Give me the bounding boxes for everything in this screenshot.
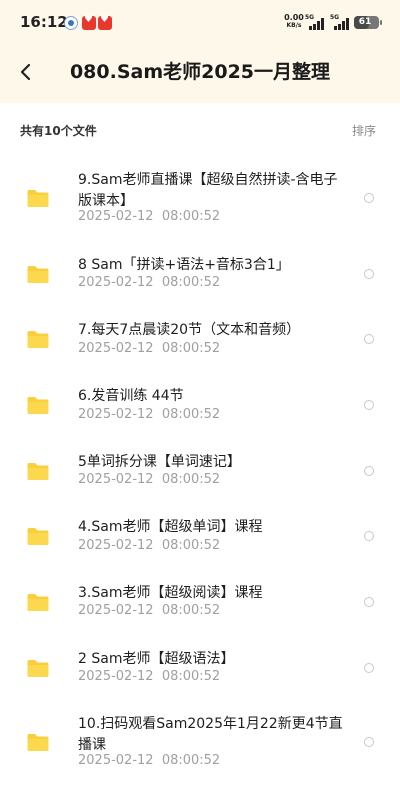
app-badge-icon [64, 16, 78, 30]
file-date: 2025-02-12 08:00:52 [78, 472, 221, 487]
file-name: 10.扫码观看Sam2025年1月22新更4节直播课 [78, 716, 343, 753]
folder-icon [26, 527, 50, 546]
status-time: 16:12 [20, 13, 68, 31]
network-speed: 0.00 KB/s [283, 14, 305, 30]
file-date: 2025-02-12 08:00:52 [78, 407, 221, 422]
file-date: 2025-02-12 08:00:52 [78, 209, 221, 224]
file-name: 5单词拆分课【单词速记】 [78, 454, 241, 470]
file-name: 6.发音训练 44节 [78, 388, 184, 404]
page-title: 080.Sam老师2025一月整理 [69, 61, 331, 83]
folder-icon [26, 330, 50, 349]
folder-icon [26, 396, 50, 415]
select-radio[interactable] [364, 662, 374, 673]
file-date: 2025-02-12 08:00:52 [78, 669, 221, 684]
file-name: 8 Sam「拼读+语法+音标3合1」 [78, 257, 290, 273]
select-radio[interactable] [364, 531, 374, 541]
select-radio[interactable] [364, 334, 374, 344]
select-radio[interactable] [364, 193, 374, 203]
select-radio[interactable] [364, 400, 374, 410]
folder-icon [26, 462, 50, 481]
network-speed-unit: KB/s [286, 22, 302, 29]
select-radio[interactable] [364, 465, 374, 476]
heart-app-icon [82, 14, 96, 30]
battery-icon: 61 [354, 16, 382, 29]
select-radio[interactable] [364, 596, 374, 607]
file-date: 2025-02-12 08:00:52 [78, 538, 221, 553]
folder-icon [26, 733, 50, 752]
folder-icon [26, 265, 50, 284]
file-date: 2025-02-12 08:00:52 [78, 603, 221, 618]
folder-icon [26, 659, 50, 678]
signal-icon: 5G [305, 14, 327, 30]
select-radio[interactable] [364, 737, 374, 747]
heart-app-icon [98, 14, 112, 30]
file-name: 9.Sam老师直播课【超级自然拼读-含电子版课本】 [78, 172, 338, 209]
sort-button[interactable]: 排序 [352, 122, 376, 139]
folder-icon [26, 189, 50, 208]
signal-icon: 5G [330, 14, 352, 30]
file-date: 2025-02-12 08:00:52 [78, 275, 221, 290]
file-date: 2025-02-12 08:00:52 [78, 753, 221, 768]
select-radio[interactable] [364, 268, 374, 279]
folder-icon [26, 593, 50, 612]
file-name: 3.Sam老师【超级阅读】课程 [78, 585, 263, 601]
battery-level: 61 [358, 17, 372, 27]
network-speed-value: 0.00 [284, 13, 304, 22]
status-bar: 16:12 0.00 KB/s 5G 5G 61 [0, 0, 400, 44]
file-name: 4.Sam老师【超级单词】课程 [78, 519, 263, 535]
file-count: 共有10个文件 [20, 124, 97, 138]
file-name: 7.每天7点晨读20节（文本和音频） [78, 322, 301, 338]
file-name: 2 Sam老师【超级语法】 [78, 651, 235, 667]
file-date: 2025-02-12 08:00:52 [78, 341, 221, 356]
